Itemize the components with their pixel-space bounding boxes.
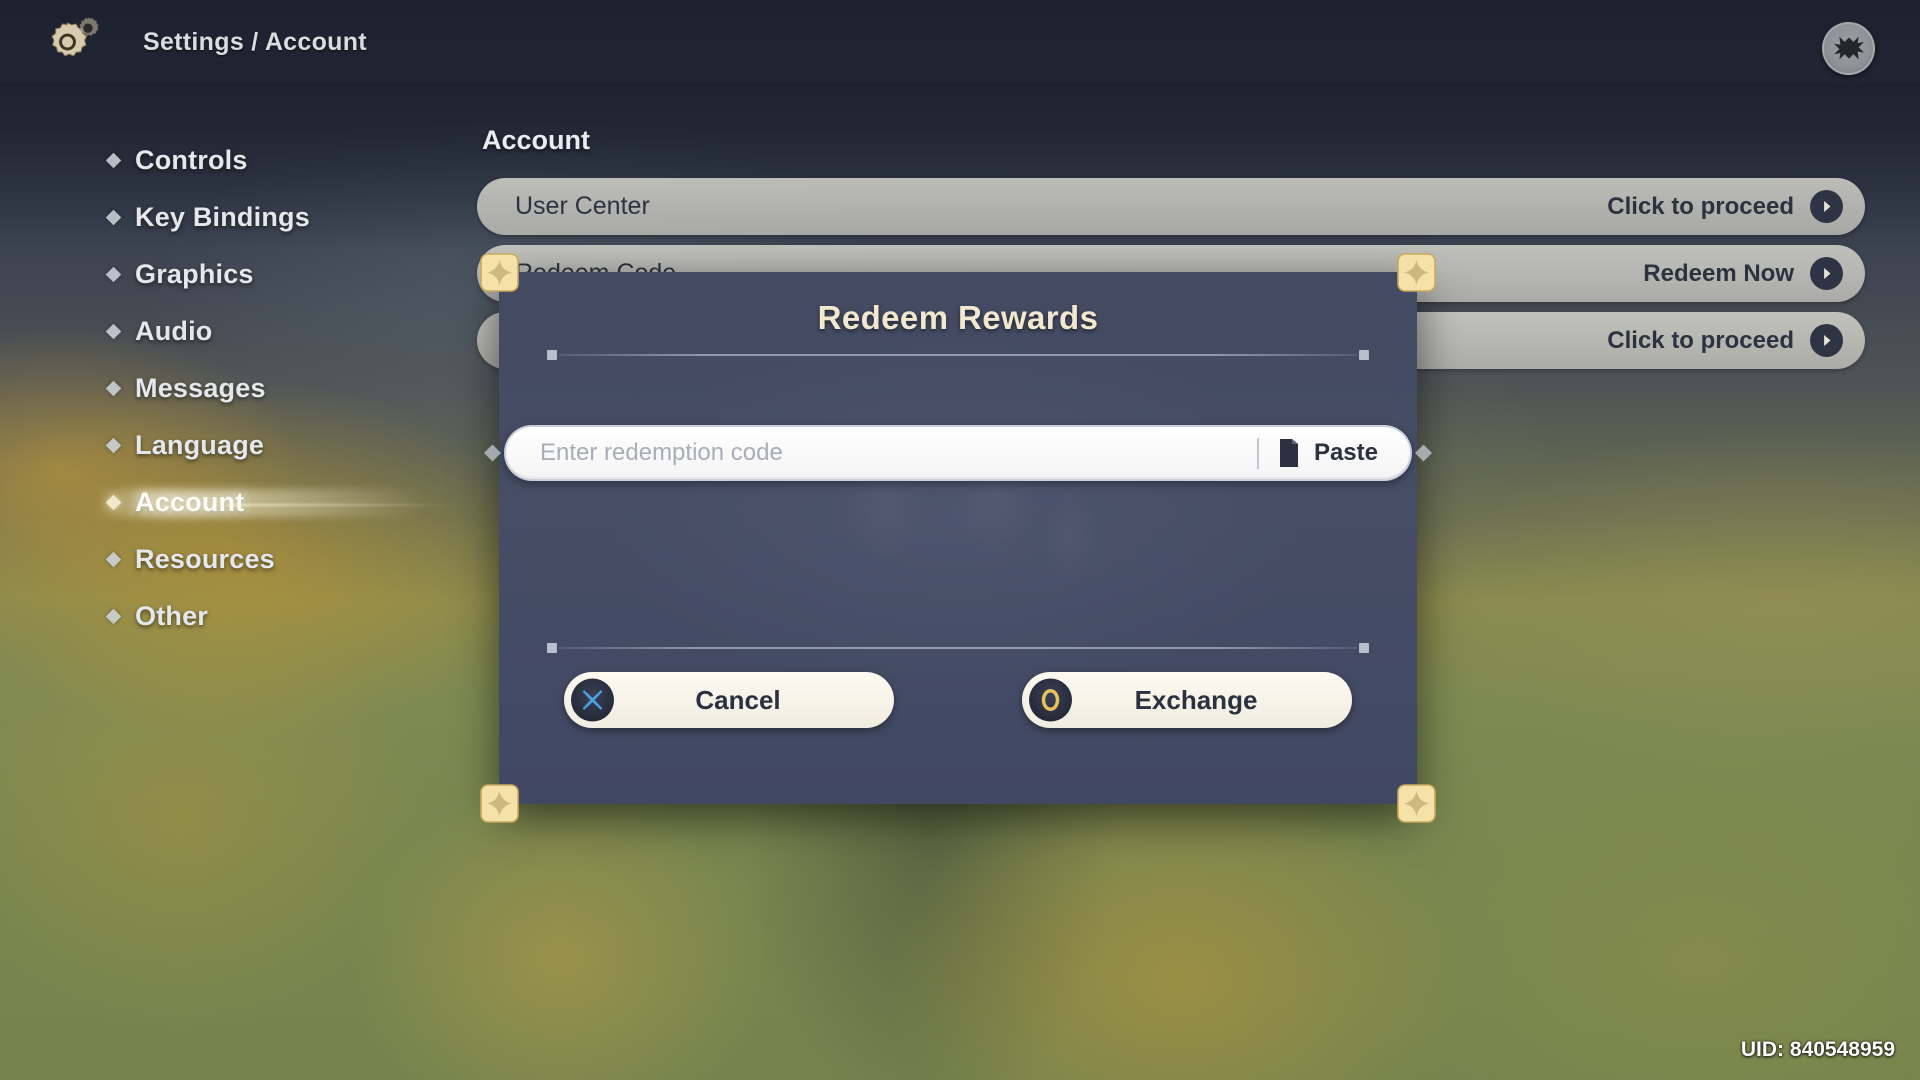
- sidebar-item-graphics[interactable]: Graphics: [105, 246, 408, 303]
- breadcrumb: Settings / Account: [143, 28, 367, 56]
- bullet-diamond-icon: [105, 494, 122, 511]
- bullet-diamond-icon: [105, 608, 122, 625]
- clipboard-icon: [1279, 439, 1298, 467]
- chevron-right-icon[interactable]: [1810, 324, 1843, 357]
- sidebar-item-controls[interactable]: Controls: [105, 132, 408, 189]
- input-separator: [1256, 437, 1259, 469]
- row-action-label: Redeem Now: [1643, 259, 1794, 287]
- dialog-button-row: Cancel Exchange: [564, 672, 1352, 728]
- paste-label: Paste: [1313, 439, 1378, 466]
- chevron-right-icon[interactable]: [1810, 190, 1843, 223]
- sidebar-item-other[interactable]: Other: [105, 588, 408, 645]
- redemption-code-field[interactable]: Paste: [504, 425, 1412, 481]
- sidebar-item-audio[interactable]: Audio: [105, 303, 408, 360]
- bullet-diamond-icon: [105, 380, 122, 397]
- sidebar-item-account[interactable]: Account: [94, 474, 458, 531]
- sidebar-item-label: Audio: [135, 316, 213, 346]
- sidebar-item-key-bindings[interactable]: Key Bindings: [105, 189, 408, 246]
- cross-icon: [571, 678, 614, 722]
- sidebar-item-label: Account: [135, 487, 245, 517]
- row-action-label: Click to proceed: [1607, 192, 1794, 220]
- bullet-diamond-icon: [105, 437, 122, 454]
- gear-icon: [44, 16, 100, 68]
- input-ornament-right: [1415, 444, 1432, 462]
- sidebar-item-language[interactable]: Language: [105, 417, 408, 474]
- sidebar-item-resources[interactable]: Resources: [105, 531, 408, 588]
- divider-top: [545, 348, 1371, 362]
- table-row[interactable]: User Center Click to proceed: [477, 178, 1865, 235]
- code-input-row: Paste: [481, 424, 1435, 482]
- page-title: Account: [482, 125, 590, 155]
- sidebar-item-label: Graphics: [135, 259, 254, 289]
- row-label: User Center: [515, 192, 650, 220]
- bullet-diamond-icon: [105, 551, 122, 568]
- close-button[interactable]: [1822, 22, 1875, 75]
- divider-line: [559, 647, 1357, 649]
- sidebar-item-label: Key Bindings: [135, 202, 310, 232]
- redeem-rewards-dialog: Redeem Rewards Paste: [480, 253, 1436, 823]
- close-icon: [1833, 36, 1864, 60]
- paste-button[interactable]: Paste: [1276, 437, 1398, 469]
- row-action-group: Redeem Now: [1643, 257, 1851, 290]
- cancel-button[interactable]: Cancel: [564, 672, 894, 728]
- settings-header: Settings / Account: [0, 0, 1920, 83]
- exchange-button[interactable]: Exchange: [1022, 672, 1352, 728]
- divider-line: [559, 354, 1357, 356]
- sidebar-item-messages[interactable]: Messages: [105, 360, 408, 417]
- sidebar-item-label: Resources: [135, 544, 275, 574]
- dialog-title: Redeem Rewards: [817, 299, 1099, 336]
- bullet-diamond-icon: [105, 152, 122, 169]
- circle-icon: [1029, 678, 1072, 722]
- bullet-diamond-icon: [105, 209, 122, 226]
- uid-label: UID: 840548959: [1740, 1038, 1895, 1061]
- sidebar-item-label: Language: [135, 430, 265, 460]
- bullet-diamond-icon: [105, 323, 122, 340]
- row-action-group: Click to proceed: [1607, 190, 1851, 223]
- sidebar-item-label: Controls: [135, 145, 248, 175]
- chevron-right-icon[interactable]: [1810, 257, 1843, 290]
- divider-bottom: [545, 641, 1371, 655]
- bullet-diamond-icon: [105, 266, 122, 283]
- sidebar-item-label: Other: [135, 601, 209, 631]
- search-input[interactable]: [540, 439, 1249, 467]
- row-action-label: Click to proceed: [1607, 326, 1794, 354]
- divider-tip-right: [1354, 345, 1374, 365]
- row-action-group: Click to proceed: [1607, 324, 1851, 357]
- input-ornament-left: [484, 444, 501, 462]
- divider-tip-right: [1354, 638, 1374, 658]
- settings-sidebar: Controls Key Bindings Graphics Audio Message…: [94, 132, 458, 645]
- sidebar-item-label: Messages: [135, 373, 266, 403]
